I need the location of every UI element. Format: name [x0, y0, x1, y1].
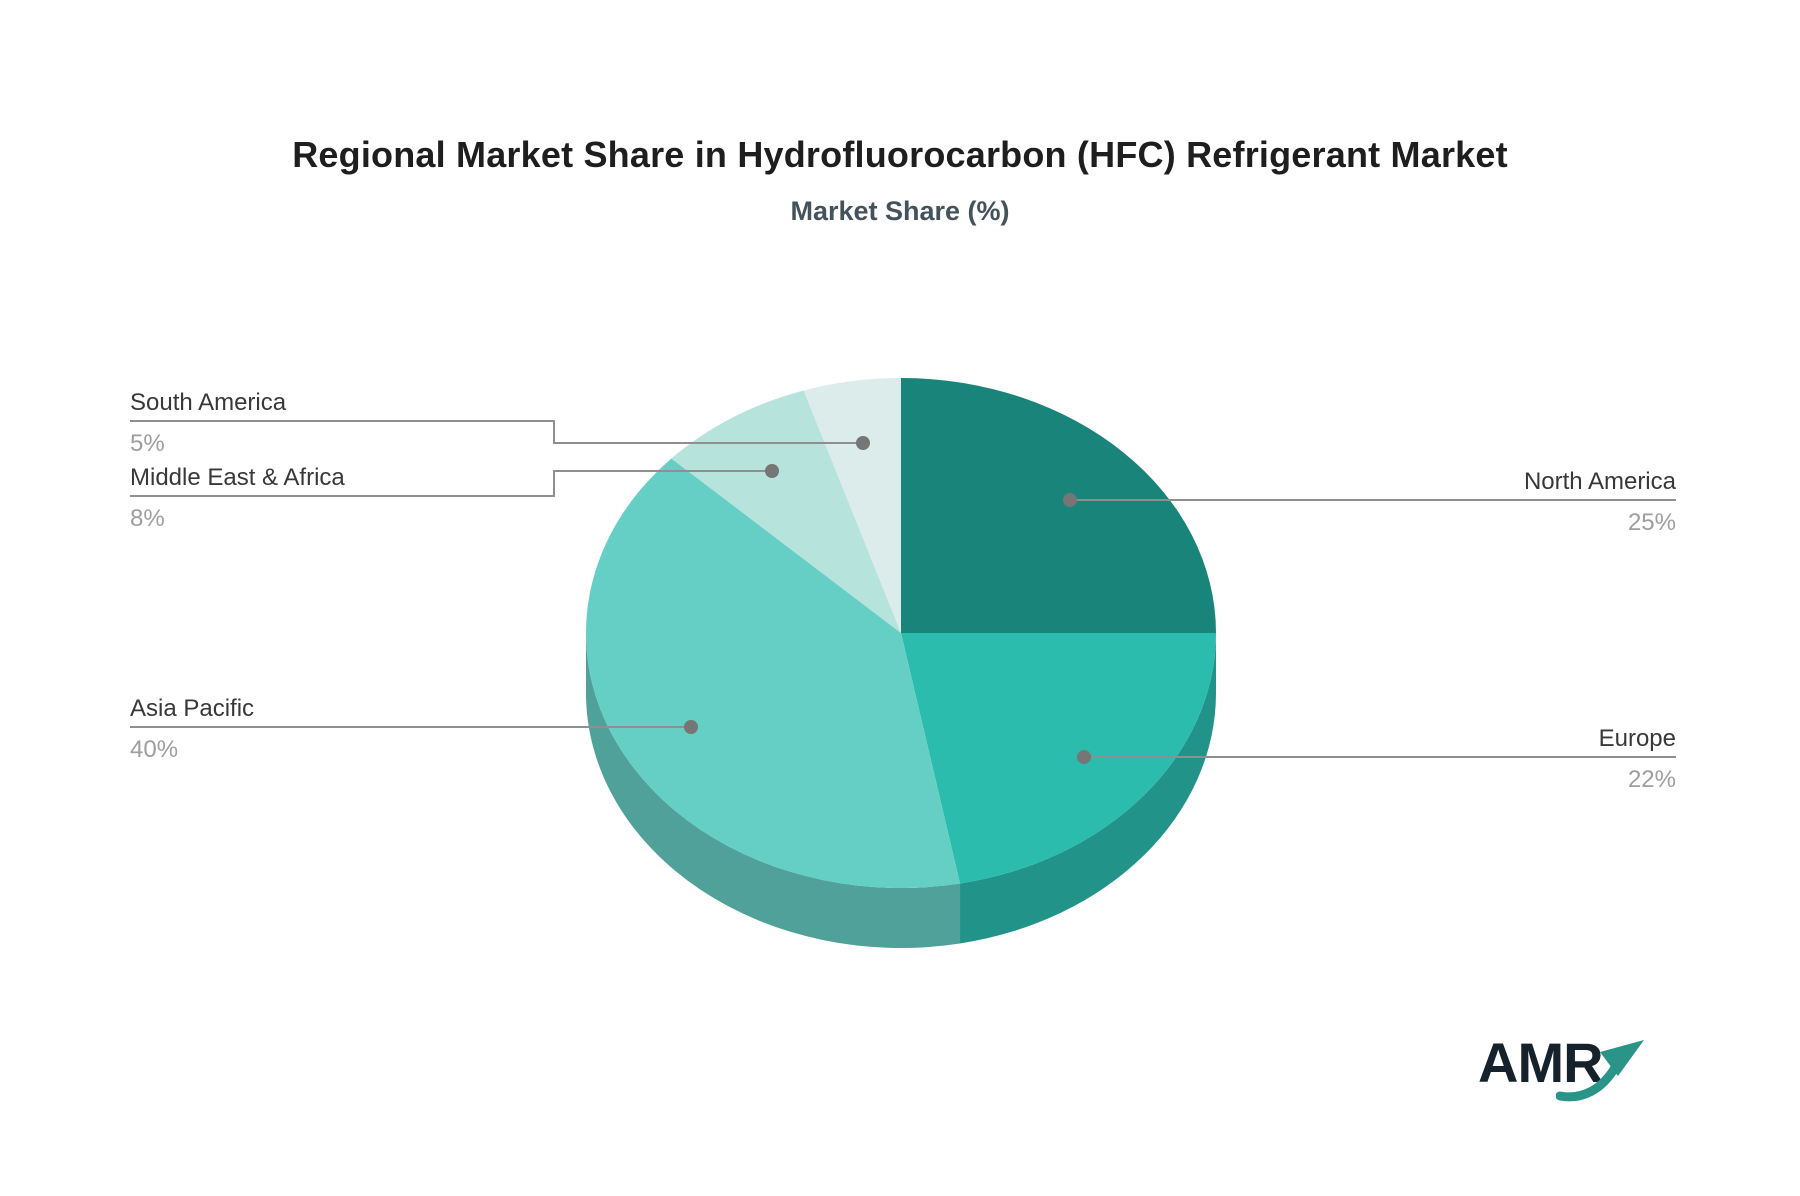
- slice-value: 5%: [130, 430, 165, 457]
- slice-name: North America: [1523, 468, 1676, 495]
- pie-chart: [130, 378, 1676, 949]
- pie-slice-north-america: [901, 378, 1216, 633]
- leader-dot-north-america: [1063, 493, 1077, 507]
- slice-value: 40%: [130, 736, 179, 763]
- slice-value: 25%: [1627, 509, 1676, 536]
- leader-dot-asia-pacific: [684, 720, 698, 734]
- slice-value: 8%: [130, 505, 165, 532]
- slice-name: Europe: [1598, 725, 1676, 752]
- slice-label-north-america: North America 25%: [1256, 467, 1676, 538]
- amr-logo-arrow-icon: [1556, 1040, 1644, 1102]
- slice-name: Asia Pacific: [130, 695, 255, 722]
- slice-label-asia-pacific: Asia Pacific 40%: [130, 694, 570, 765]
- slice-label-middle-east-africa: Middle East & Africa 8%: [130, 463, 570, 534]
- leader-dot-middle-east-africa: [765, 464, 779, 478]
- slice-label-south-america: South America 5%: [130, 388, 570, 459]
- leader-dot-south-america: [856, 436, 870, 450]
- slice-name: South America: [130, 389, 287, 416]
- leader-dot-europe: [1077, 750, 1091, 764]
- slice-name: Middle East & Africa: [130, 464, 345, 491]
- slice-value: 22%: [1627, 766, 1676, 793]
- slice-label-europe: Europe 22%: [1256, 724, 1676, 795]
- amr-logo: AMR: [1478, 1030, 1658, 1110]
- chart-canvas: Regional Market Share in Hydrofluorocarb…: [0, 0, 1800, 1196]
